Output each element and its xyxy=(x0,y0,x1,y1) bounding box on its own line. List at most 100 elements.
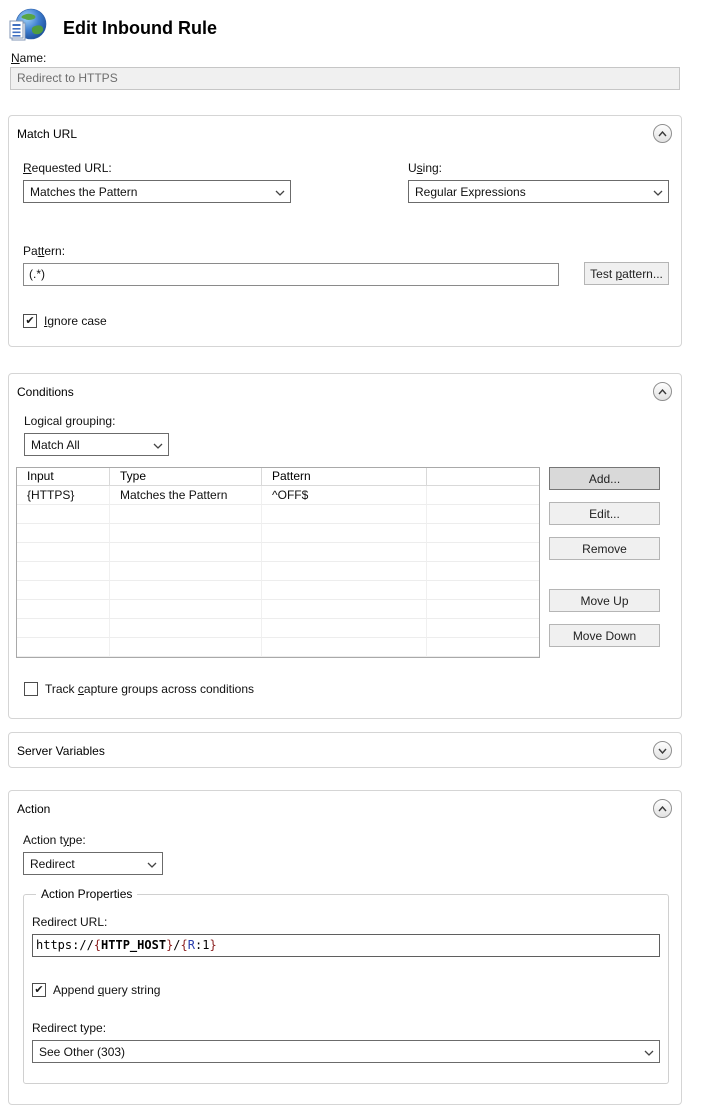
table-cell xyxy=(427,619,539,638)
collapse-chevron-icon[interactable] xyxy=(653,799,672,818)
table-cell xyxy=(110,619,262,638)
conditions-title: Conditions xyxy=(17,385,74,399)
remove-button[interactable]: Remove xyxy=(549,537,660,560)
url-token-brace: { xyxy=(181,938,188,952)
table-cell xyxy=(17,505,110,524)
action-panel: Action Action type: Redirect Action Prop… xyxy=(8,790,682,1105)
action-title: Action xyxy=(17,802,50,816)
table-cell xyxy=(262,524,427,543)
logical-grouping-select[interactable]: Match All xyxy=(24,433,169,456)
table-cell xyxy=(110,524,262,543)
table-header-cell[interactable] xyxy=(427,468,539,486)
table-cell[interactable]: ^OFF$ xyxy=(262,486,427,505)
conditions-table[interactable]: InputTypePattern {HTTPS}Matches the Patt… xyxy=(16,467,540,658)
conditions-panel: Conditions Logical grouping: Match All I… xyxy=(8,373,682,719)
table-cell xyxy=(17,581,110,600)
append-query-checkbox[interactable] xyxy=(32,983,46,997)
url-token-variable: HTTP_HOST xyxy=(101,938,166,952)
edit-button[interactable]: Edit... xyxy=(549,502,660,525)
table-cell xyxy=(427,581,539,600)
conditions-table-body: {HTTPS}Matches the Pattern^OFF$ xyxy=(17,486,539,657)
move-down-button[interactable]: Move Down xyxy=(549,624,660,647)
chevron-down-icon xyxy=(644,1045,654,1059)
move-up-button[interactable]: Move Up xyxy=(549,589,660,612)
chevron-down-icon xyxy=(153,438,163,452)
table-row-empty xyxy=(17,638,539,657)
redirect-type-label: Redirect type: xyxy=(32,1021,660,1035)
table-row[interactable]: {HTTPS}Matches the Pattern^OFF$ xyxy=(17,486,539,505)
ignore-case-label: Ignore case xyxy=(44,314,107,328)
table-cell xyxy=(17,562,110,581)
redirect-type-select[interactable]: See Other (303) xyxy=(32,1040,660,1063)
match-url-panel: Match URL Requested URL: Matches the Pat… xyxy=(8,115,682,347)
pattern-input[interactable]: (.*) xyxy=(23,263,559,286)
table-row-empty xyxy=(17,543,539,562)
table-cell[interactable] xyxy=(427,486,539,505)
chevron-down-icon xyxy=(275,185,285,199)
track-capture-checkbox[interactable] xyxy=(24,682,38,696)
table-header-cell[interactable]: Input xyxy=(17,468,110,486)
collapse-chevron-icon[interactable] xyxy=(653,124,672,143)
table-row-empty xyxy=(17,619,539,638)
table-header-cell[interactable]: Pattern xyxy=(262,468,427,486)
page-header: Edit Inbound Rule xyxy=(0,0,705,48)
url-rewrite-rule-icon xyxy=(8,8,50,48)
table-cell xyxy=(262,562,427,581)
add-button[interactable]: Add... xyxy=(549,467,660,490)
action-properties-group: Action Properties Redirect URL: https://… xyxy=(23,887,669,1084)
table-row-empty xyxy=(17,581,539,600)
action-type-label: Action type: xyxy=(23,833,669,847)
table-cell[interactable]: Matches the Pattern xyxy=(110,486,262,505)
conditions-table-head: InputTypePattern xyxy=(17,468,539,486)
conditions-buttons: Add... Edit... Remove Move Up Move Down xyxy=(549,467,660,659)
table-cell xyxy=(17,600,110,619)
ignore-case-checkbox[interactable] xyxy=(23,314,37,328)
chevron-down-icon xyxy=(653,185,663,199)
table-cell xyxy=(17,619,110,638)
requested-url-label: Requested URL: xyxy=(23,161,291,175)
table-cell xyxy=(110,543,262,562)
conditions-header: Conditions xyxy=(9,374,681,405)
table-cell xyxy=(110,638,262,657)
table-cell xyxy=(17,543,110,562)
page-title: Edit Inbound Rule xyxy=(63,18,217,39)
table-cell xyxy=(110,600,262,619)
redirect-url-input[interactable]: https://{HTTP_HOST}/{R:1} xyxy=(32,934,660,957)
url-token-reference: R xyxy=(188,938,195,952)
expand-chevron-icon[interactable] xyxy=(653,741,672,760)
table-cell[interactable]: {HTTPS} xyxy=(17,486,110,505)
table-header-cell[interactable]: Type xyxy=(110,468,262,486)
name-input: Redirect to HTTPS xyxy=(10,67,680,90)
match-url-header: Match URL xyxy=(9,116,681,147)
table-cell xyxy=(110,581,262,600)
table-cell xyxy=(262,600,427,619)
append-query-row: Append query string xyxy=(32,983,660,997)
table-cell xyxy=(110,562,262,581)
table-cell xyxy=(262,619,427,638)
url-token-plain: / xyxy=(173,938,180,952)
requested-url-select[interactable]: Matches the Pattern xyxy=(23,180,291,203)
table-row-empty xyxy=(17,524,539,543)
redirect-url-label: Redirect URL: xyxy=(32,915,660,929)
action-properties-legend: Action Properties xyxy=(36,887,137,901)
pattern-label: Pattern: xyxy=(23,244,559,258)
test-pattern-button[interactable]: Test pattern... xyxy=(584,262,669,285)
track-capture-label: Track capture groups across conditions xyxy=(45,682,254,696)
collapse-chevron-icon[interactable] xyxy=(653,382,672,401)
table-cell xyxy=(262,505,427,524)
table-cell xyxy=(427,600,539,619)
table-cell xyxy=(427,562,539,581)
ignore-case-row: Ignore case xyxy=(23,314,669,328)
url-token-brace: { xyxy=(94,938,101,952)
url-token-plain: https:// xyxy=(36,938,94,952)
using-label: Using: xyxy=(408,161,669,175)
match-url-title: Match URL xyxy=(17,127,77,141)
table-cell xyxy=(427,524,539,543)
table-cell xyxy=(427,505,539,524)
track-capture-row: Track capture groups across conditions xyxy=(24,682,670,696)
action-type-select[interactable]: Redirect xyxy=(23,852,163,875)
table-row-empty xyxy=(17,600,539,619)
using-select[interactable]: Regular Expressions xyxy=(408,180,669,203)
url-token-brace: } xyxy=(209,938,216,952)
table-cell xyxy=(110,505,262,524)
